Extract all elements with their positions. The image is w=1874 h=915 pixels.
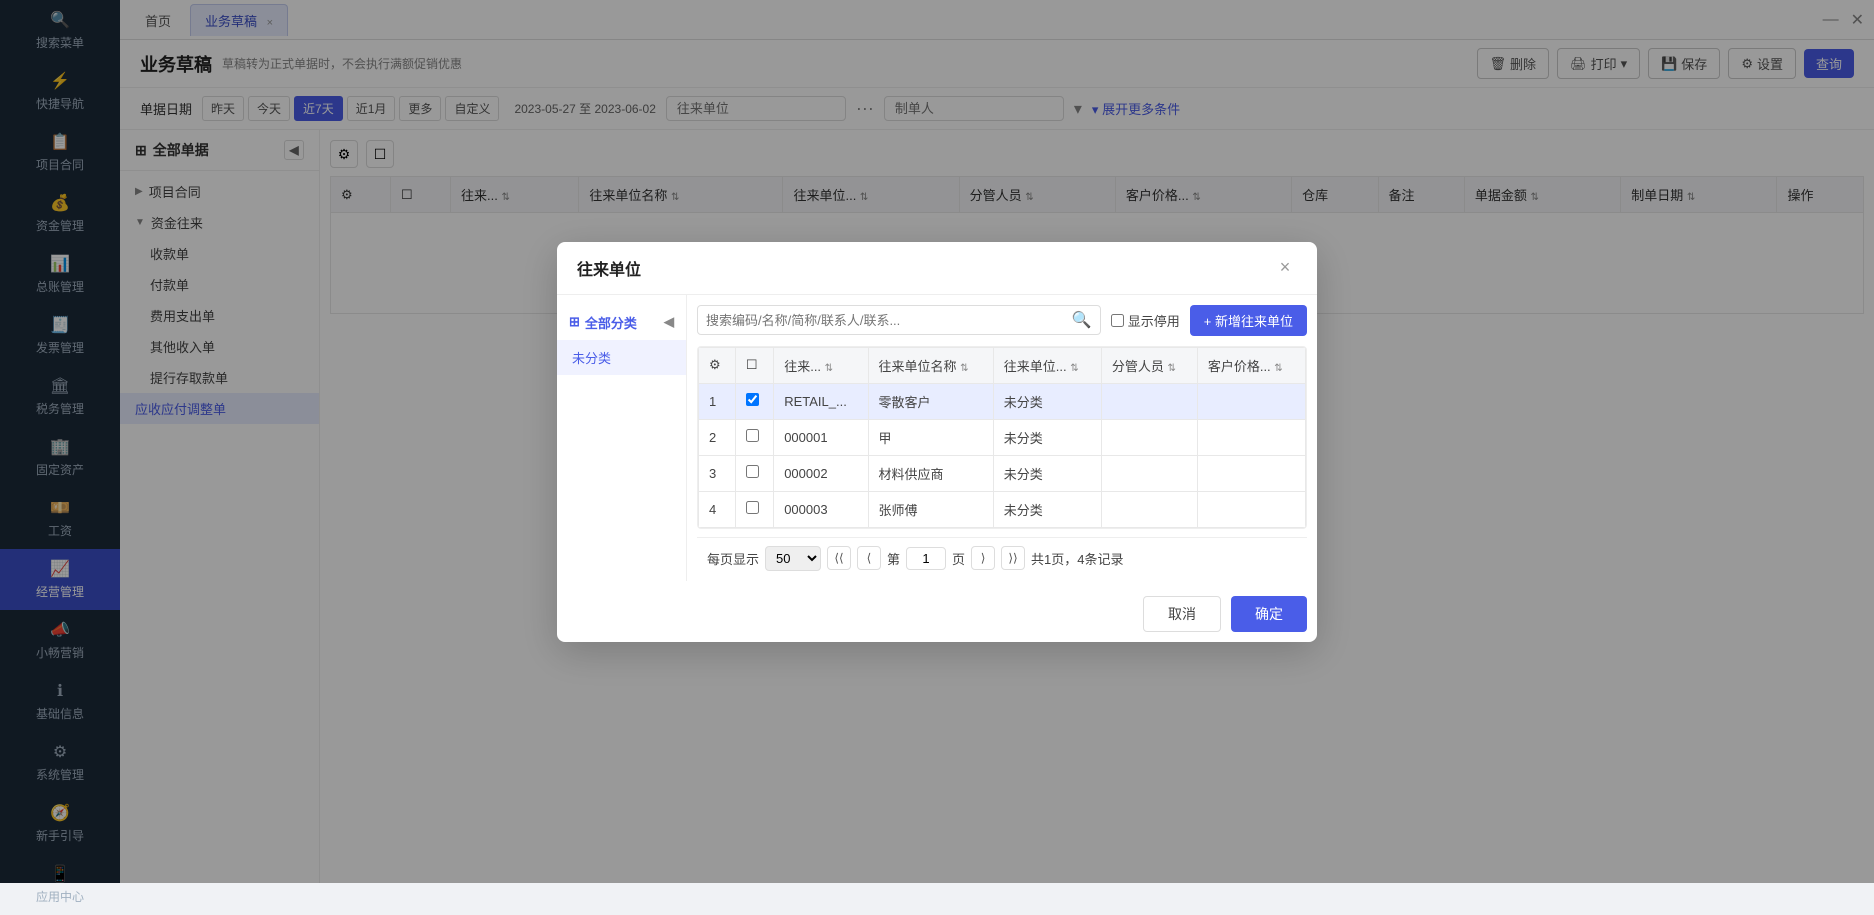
row-name: 甲 — [868, 419, 993, 455]
page-number-input[interactable] — [906, 547, 946, 570]
partner-modal: 往来单位 × ⊞ 全部分类 ◀ 未分类 — [557, 242, 1317, 642]
page-prev-btn[interactable]: ⟨ — [857, 546, 881, 570]
row-name: 材料供应商 — [868, 455, 993, 491]
row-code: RETAIL_... — [774, 383, 868, 419]
row-category: 未分类 — [993, 419, 1101, 455]
row-code: 000003 — [774, 491, 868, 527]
row-category: 未分类 — [993, 383, 1101, 419]
show-disabled-label[interactable]: 显示停用 — [1111, 311, 1180, 330]
row-name: 零散客户 — [868, 383, 993, 419]
row-category: 未分类 — [993, 455, 1101, 491]
modal-col-price: 客户价格... ⇅ — [1197, 347, 1305, 383]
modal-table-row[interactable]: 1 RETAIL_... 零散客户 未分类 — [699, 383, 1306, 419]
page-first-btn[interactable]: ⟨⟨ — [827, 546, 851, 570]
row-settings: 1 — [699, 383, 736, 419]
total-info: 共1页，4条记录 — [1031, 549, 1123, 568]
sidebar-item-label: 应用中心 — [36, 888, 84, 905]
modal-table-row[interactable]: 3 000002 材料供应商 未分类 — [699, 455, 1306, 491]
row-category: 未分类 — [993, 491, 1101, 527]
pagination: 每页显示 50 100 ⟨⟨ ⟨ 第 页 ⟩ ⟩⟩ 共1页，4条记录 — [707, 546, 1124, 571]
row-price — [1197, 383, 1305, 419]
row-settings: 4 — [699, 491, 736, 527]
row-checkbox[interactable] — [735, 491, 773, 527]
search-icon-modal: 🔍 — [1072, 310, 1092, 330]
modal-search-input[interactable] — [706, 313, 1067, 328]
page-next-btn[interactable]: ⟩ — [971, 546, 995, 570]
modal-col-checkbox: ☐ — [735, 347, 773, 383]
page-last-btn[interactable]: ⟩⟩ — [1001, 546, 1025, 570]
modal-sidebar: ⊞ 全部分类 ◀ 未分类 — [557, 295, 687, 581]
row-price — [1197, 491, 1305, 527]
modal-overlay[interactable]: 往来单位 × ⊞ 全部分类 ◀ 未分类 — [0, 0, 1874, 883]
row-checkbox[interactable] — [735, 455, 773, 491]
page-size-label: 每页显示 — [707, 549, 759, 568]
row-price — [1197, 419, 1305, 455]
row-settings: 3 — [699, 455, 736, 491]
row-manager — [1101, 383, 1197, 419]
row-manager — [1101, 491, 1197, 527]
page-word: 第 — [887, 549, 900, 568]
add-partner-button[interactable]: + 新增往来单位 — [1190, 305, 1307, 336]
row-checkbox[interactable] — [735, 383, 773, 419]
row-checkbox[interactable] — [735, 419, 773, 455]
collapse-sidebar-icon[interactable]: ◀ — [664, 314, 674, 330]
modal-col-settings: ⚙ — [699, 347, 736, 383]
modal-col-code: 往来... ⇅ — [774, 347, 868, 383]
row-code: 000001 — [774, 419, 868, 455]
modal-confirm-button[interactable]: 确定 — [1231, 596, 1307, 632]
modal-table-row[interactable]: 2 000001 甲 未分类 — [699, 419, 1306, 455]
modal-search-box[interactable]: 🔍 — [697, 305, 1101, 335]
modal-table-row[interactable]: 4 000003 张师傅 未分类 — [699, 491, 1306, 527]
modal-body: ⊞ 全部分类 ◀ 未分类 🔍 显示停 — [557, 295, 1317, 581]
page-size-select[interactable]: 50 100 — [765, 546, 821, 571]
row-manager — [1101, 455, 1197, 491]
modal-action-buttons: 取消 确定 — [557, 596, 1317, 642]
modal-cancel-button[interactable]: 取消 — [1143, 596, 1221, 632]
modal-col-manager: 分管人员 ⇅ — [1101, 347, 1197, 383]
modal-sidebar-item-uncategorized[interactable]: 未分类 — [557, 340, 686, 375]
modal-close-button[interactable]: × — [1273, 256, 1297, 280]
modal-col-cat: 往来单位... ⇅ — [993, 347, 1101, 383]
show-disabled-checkbox[interactable] — [1111, 314, 1124, 327]
modal-table: ⚙ ☐ 往来... ⇅ 往来单位名称 ⇅ 往来单位... ⇅ 分管人员 ⇅ 客户… — [698, 347, 1306, 528]
modal-table-wrap: ⚙ ☐ 往来... ⇅ 往来单位名称 ⇅ 往来单位... ⇅ 分管人员 ⇅ 客户… — [697, 346, 1307, 529]
modal-sidebar-header: ⊞ 全部分类 ◀ — [557, 305, 686, 340]
grid-icon-modal: ⊞ — [569, 314, 580, 330]
row-name: 张师傅 — [868, 491, 993, 527]
row-settings: 2 — [699, 419, 736, 455]
row-code: 000002 — [774, 455, 868, 491]
modal-header: 往来单位 × — [557, 242, 1317, 295]
page-unit: 页 — [952, 549, 965, 568]
row-price — [1197, 455, 1305, 491]
row-manager — [1101, 419, 1197, 455]
modal-title: 往来单位 — [577, 256, 641, 280]
modal-toolbar: 🔍 显示停用 + 新增往来单位 — [697, 305, 1307, 336]
modal-col-name: 往来单位名称 ⇅ — [868, 347, 993, 383]
modal-content: 🔍 显示停用 + 新增往来单位 ⚙ ☐ — [687, 295, 1317, 581]
modal-footer-bar: 每页显示 50 100 ⟨⟨ ⟨ 第 页 ⟩ ⟩⟩ 共1页，4条记录 — [697, 537, 1307, 571]
